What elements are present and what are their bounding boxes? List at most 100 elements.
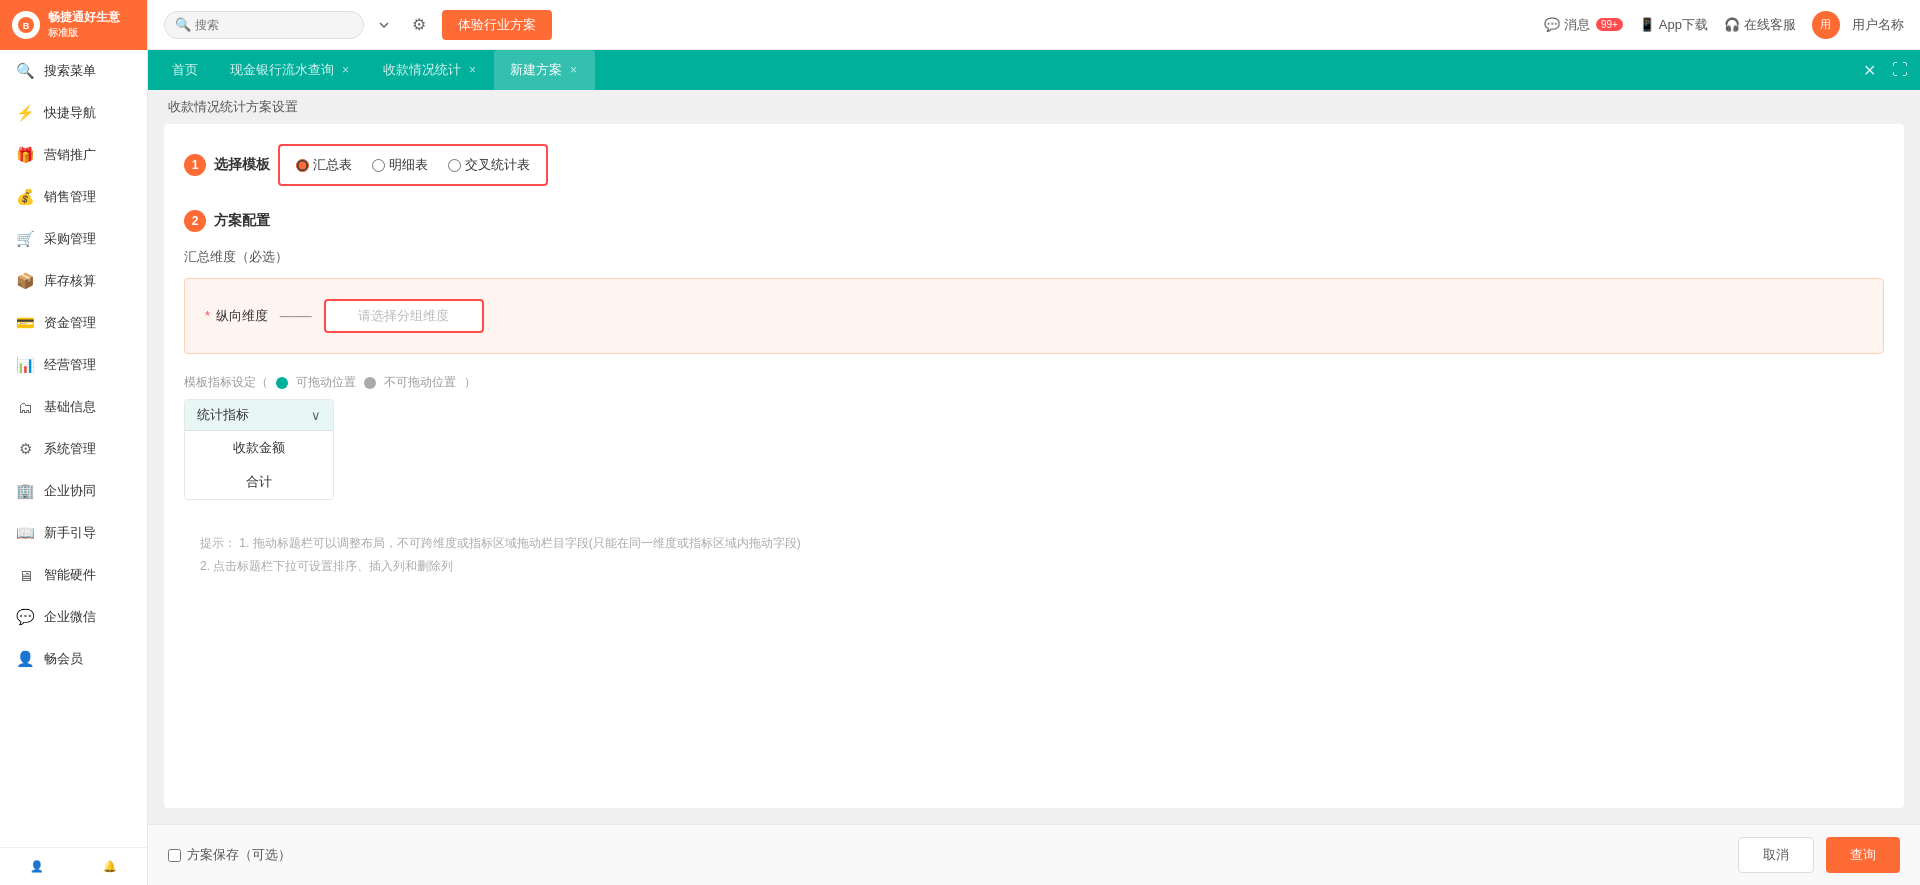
user-name: 用户名称 — [1852, 16, 1904, 34]
non-draggable-dot — [364, 377, 376, 389]
sidebar-item-system[interactable]: ⚙ 系统管理 — [0, 428, 147, 470]
non-draggable-label: 不可拖动位置 — [384, 374, 456, 391]
bottom-icon2: 🔔 — [103, 860, 117, 873]
dimension-select-box[interactable]: 请选择分组维度 — [324, 299, 484, 333]
sidebar-item-marketing[interactable]: 🎁 营销推广 — [0, 134, 147, 176]
sidebar-item-label: 畅会员 — [44, 650, 83, 668]
sidebar-item-label: 营销推广 — [44, 146, 96, 164]
tab-home-label: 首页 — [172, 61, 198, 79]
sidebar-logo: B 畅捷通好生意 标准版 — [0, 0, 147, 50]
download-icon: 📱 — [1639, 17, 1655, 32]
guide-icon: 📖 — [16, 524, 34, 542]
sidebar-bottom-item2[interactable]: 🔔 — [99, 856, 121, 877]
sidebar-item-purchase[interactable]: 🛒 采购管理 — [0, 218, 147, 260]
dimension-row: * 纵向维度 —— 请选择分组维度 — [205, 299, 1863, 333]
sidebar-item-label: 快捷导航 — [44, 104, 96, 122]
sidebar-bottom-item1[interactable]: 👤 — [26, 856, 48, 877]
edition-label: 标准版 — [48, 26, 120, 40]
query-button[interactable]: 查询 — [1826, 837, 1900, 873]
logo-icon: B — [12, 11, 40, 39]
template-radio-detail[interactable] — [372, 159, 385, 172]
quick-nav-icon: ⚡ — [16, 104, 34, 122]
finance-icon: 💳 — [16, 314, 34, 332]
metrics-dropdown-arrow[interactable]: ∨ — [311, 408, 321, 423]
search-input[interactable] — [195, 18, 353, 32]
sidebar-item-operations[interactable]: 📊 经营管理 — [0, 344, 147, 386]
template-summary-label: 汇总表 — [313, 156, 352, 174]
metrics-table-header[interactable]: 统计指标 ∨ — [185, 400, 333, 431]
tab-collection-close[interactable]: × — [467, 61, 478, 79]
service-item[interactable]: 🎧 在线客服 — [1724, 16, 1796, 34]
template-radio-summary[interactable] — [296, 159, 309, 172]
service-label: 在线客服 — [1744, 16, 1796, 34]
user-avatar[interactable]: 用 用户名称 — [1812, 11, 1904, 39]
sidebar-item-inventory[interactable]: 📦 库存核算 — [0, 260, 147, 302]
metrics-cell-total: 合计 — [185, 465, 333, 499]
step1-header: 1 选择模板 汇总表 明细表 交叉统计表 — [184, 144, 1884, 186]
sidebar-item-enterprise-collab[interactable]: 🏢 企业协同 — [0, 470, 147, 512]
sidebar-bottom: 👤 🔔 — [0, 847, 147, 885]
template-select-box: 汇总表 明细表 交叉统计表 — [278, 144, 548, 186]
download-item[interactable]: 📱 App下载 — [1639, 16, 1708, 34]
sidebar-item-finance[interactable]: 💳 资金管理 — [0, 302, 147, 344]
tab-new-plan-label: 新建方案 — [510, 61, 562, 79]
sidebar-item-basic-info[interactable]: 🗂 基础信息 — [0, 386, 147, 428]
tab-collection[interactable]: 收款情况统计 × — [367, 50, 494, 90]
enterprise-wechat-icon: 💬 — [16, 608, 34, 626]
tab-cashflow-close[interactable]: × — [340, 61, 351, 79]
tab-new-plan-close[interactable]: × — [568, 61, 579, 79]
template-option-summary[interactable]: 汇总表 — [296, 156, 352, 174]
template-option-detail[interactable]: 明细表 — [372, 156, 428, 174]
avatar: 用 — [1812, 11, 1840, 39]
dimension-section-title: 汇总维度（必选） — [184, 248, 1884, 266]
search-icon: 🔍 — [175, 17, 191, 32]
download-label: App下载 — [1659, 16, 1708, 34]
draggable-hint: 模板指标设定（ 可拖动位置 不可拖动位置 ） — [184, 374, 1884, 391]
dimension-label: * 纵向维度 — [205, 307, 268, 325]
sidebar-item-label: 企业协同 — [44, 482, 96, 500]
template-option-cross[interactable]: 交叉统计表 — [448, 156, 530, 174]
logo-text: 畅捷通好生意 — [48, 10, 120, 26]
sidebar-item-sales[interactable]: 💰 销售管理 — [0, 176, 147, 218]
tab-bar-right: ✕ ⛶ — [1859, 57, 1912, 84]
template-cross-label: 交叉统计表 — [465, 156, 530, 174]
sidebar-item-search[interactable]: 🔍 搜索菜单 — [0, 50, 147, 92]
tab-fullscreen-icon[interactable]: ⛶ — [1888, 57, 1912, 83]
search-nav-icon: 🔍 — [16, 62, 34, 80]
sidebar-item-member[interactable]: 👤 畅会员 — [0, 638, 147, 680]
tab-close-all-icon[interactable]: ✕ — [1859, 57, 1880, 84]
cancel-button[interactable]: 取消 — [1738, 837, 1814, 873]
sidebar-item-label: 库存核算 — [44, 272, 96, 290]
sidebar-item-label: 采购管理 — [44, 230, 96, 248]
industry-btn[interactable]: 体验行业方案 — [442, 10, 552, 40]
save-checkbox-input[interactable] — [168, 849, 181, 862]
header-search-box[interactable]: 🔍 — [164, 11, 364, 39]
sidebar-item-smart-hw[interactable]: 🖥 智能硬件 — [0, 554, 147, 596]
save-checkbox[interactable]: 方案保存（可选） — [168, 846, 291, 864]
step2-num: 2 — [184, 210, 206, 232]
bottom-buttons: 取消 查询 — [1738, 837, 1900, 873]
sidebar-item-guide[interactable]: 📖 新手引导 — [0, 512, 147, 554]
bottom-section: 方案保存（可选） 取消 查询 — [148, 824, 1920, 885]
tab-cashflow[interactable]: 现金银行流水查询 × — [214, 50, 367, 90]
template-detail-label: 明细表 — [389, 156, 428, 174]
tab-new-plan[interactable]: 新建方案 × — [494, 50, 595, 90]
operations-icon: 📊 — [16, 356, 34, 374]
tab-collection-label: 收款情况统计 — [383, 61, 461, 79]
member-icon: 👤 — [16, 650, 34, 668]
required-star: * — [205, 308, 210, 323]
close-paren: ） — [464, 374, 476, 391]
header-settings-btn[interactable]: ⚙ — [404, 10, 434, 40]
header-dropdown-btn[interactable] — [372, 13, 396, 37]
marketing-icon: 🎁 — [16, 146, 34, 164]
dimension-area: * 纵向维度 —— 请选择分组维度 — [184, 278, 1884, 354]
sidebar-item-label: 新手引导 — [44, 524, 96, 542]
sidebar-item-quick-nav[interactable]: ⚡ 快捷导航 — [0, 92, 147, 134]
message-item[interactable]: 💬 消息 99+ — [1544, 16, 1623, 34]
sidebar-item-enterprise-wechat[interactable]: 💬 企业微信 — [0, 596, 147, 638]
tab-home[interactable]: 首页 — [156, 50, 214, 90]
dimension-arrow: —— — [280, 307, 312, 325]
template-radio-cross[interactable] — [448, 159, 461, 172]
sidebar-item-label: 系统管理 — [44, 440, 96, 458]
main-area: 🔍 ⚙ 体验行业方案 💬 消息 99+ 📱 App下载 🎧 在线客服 用 — [148, 0, 1920, 885]
